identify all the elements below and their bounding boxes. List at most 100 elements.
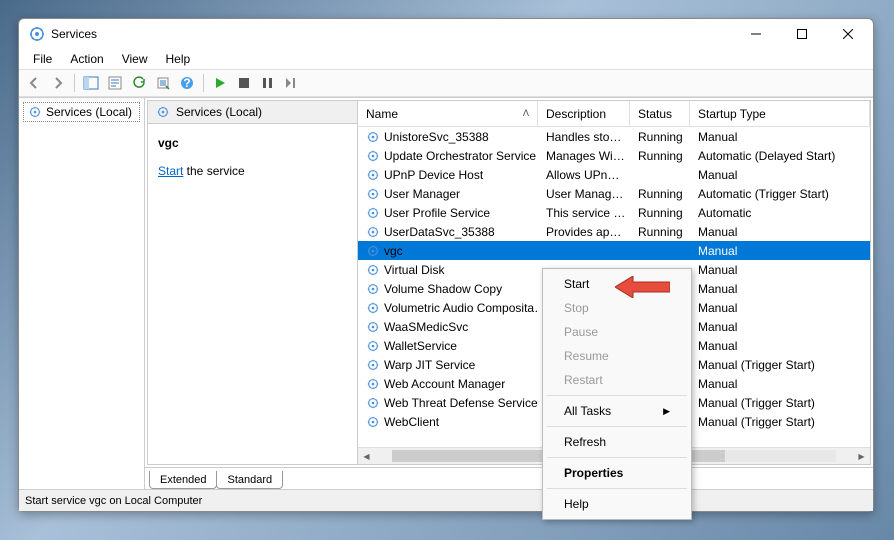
gear-icon: [366, 358, 380, 372]
list-header: Nameᐱ Description Status Startup Type: [358, 101, 870, 127]
cell-status: Running: [630, 206, 690, 220]
gear-icon: [366, 282, 380, 296]
cell-name: WaaSMedicSvc: [358, 320, 538, 334]
detail-pane: Services (Local) vgc Start the service: [148, 101, 358, 464]
forward-button[interactable]: [47, 72, 69, 94]
start-service-link[interactable]: Start: [158, 164, 183, 178]
service-action-text: Start the service: [158, 164, 347, 178]
menu-view[interactable]: View: [114, 50, 156, 68]
ctx-refresh[interactable]: Refresh: [546, 430, 688, 454]
submenu-arrow-icon: ▶: [663, 406, 670, 417]
annotation-arrow-icon: [615, 276, 670, 298]
menu-help[interactable]: Help: [158, 50, 199, 68]
minimize-button[interactable]: [733, 19, 779, 49]
maximize-button[interactable]: [779, 19, 825, 49]
context-menu: Start Stop Pause Resume Restart All Task…: [542, 268, 692, 520]
gear-icon: [366, 168, 380, 182]
column-status[interactable]: Status: [630, 101, 690, 126]
tab-extended[interactable]: Extended: [149, 471, 217, 489]
cell-description: Provides ap…: [538, 225, 630, 239]
cell-startup: Automatic (Trigger Start): [690, 187, 870, 201]
cell-startup: Manual: [690, 377, 870, 391]
cell-description: Handles sto…: [538, 130, 630, 144]
tab-standard[interactable]: Standard: [216, 471, 283, 489]
close-button[interactable]: [825, 19, 871, 49]
gear-icon: [366, 244, 380, 258]
cell-status: Running: [630, 130, 690, 144]
menu-file[interactable]: File: [25, 50, 60, 68]
toolbar: ?: [19, 69, 873, 97]
service-row[interactable]: UserDataSvc_35388Provides ap…RunningManu…: [358, 222, 870, 241]
refresh-button[interactable]: [128, 72, 150, 94]
properties-button[interactable]: [104, 72, 126, 94]
cell-name: Volumetric Audio Composita…: [358, 301, 538, 315]
start-service-button[interactable]: [209, 72, 231, 94]
ctx-pause: Pause: [546, 320, 688, 344]
statusbar: Start service vgc on Local Computer: [19, 489, 873, 511]
column-startup[interactable]: Startup Type: [690, 101, 870, 126]
cell-startup: Manual: [690, 282, 870, 296]
cell-startup: Manual: [690, 244, 870, 258]
cell-name: UPnP Device Host: [358, 168, 538, 182]
gear-icon: [366, 339, 380, 353]
tree-root-item[interactable]: Services (Local): [23, 102, 140, 122]
service-row[interactable]: vgc Manual: [358, 241, 870, 260]
cell-name: Volume Shadow Copy: [358, 282, 538, 296]
gear-icon: [366, 415, 380, 429]
help-button[interactable]: ?: [176, 72, 198, 94]
gear-icon: [156, 105, 170, 119]
service-row[interactable]: User Profile ServiceThis service …Runnin…: [358, 203, 870, 222]
cell-description: User Manag…: [538, 187, 630, 201]
cell-description: This service …: [538, 206, 630, 220]
detail-header: Services (Local): [148, 101, 357, 124]
cell-startup: Manual: [690, 130, 870, 144]
view-tabs: Extended Standard: [145, 467, 873, 489]
ctx-properties[interactable]: Properties: [546, 461, 688, 485]
menubar: File Action View Help: [19, 49, 873, 69]
cell-name: Virtual Disk: [358, 263, 538, 277]
selected-service-name: vgc: [158, 136, 347, 150]
tree-pane[interactable]: Services (Local): [19, 98, 145, 489]
gear-icon: [366, 130, 380, 144]
cell-name: Web Account Manager: [358, 377, 538, 391]
cell-status: Running: [630, 149, 690, 163]
service-row[interactable]: UnistoreSvc_35388Handles sto…RunningManu…: [358, 127, 870, 146]
cell-startup: Automatic: [690, 206, 870, 220]
cell-description: Allows UPn…: [538, 168, 630, 182]
gear-icon: [366, 187, 380, 201]
body: Services (Local) Services (Local) vgc St…: [19, 97, 873, 489]
service-row[interactable]: User ManagerUser Manag…RunningAutomatic …: [358, 184, 870, 203]
cell-startup: Manual (Trigger Start): [690, 415, 870, 429]
gear-icon: [366, 206, 380, 220]
detail-header-label: Services (Local): [176, 105, 262, 119]
ctx-help[interactable]: Help: [546, 492, 688, 516]
cell-startup: Manual: [690, 320, 870, 334]
restart-service-button[interactable]: [281, 72, 303, 94]
stop-service-button[interactable]: [233, 72, 255, 94]
service-row[interactable]: UPnP Device HostAllows UPn… Manual: [358, 165, 870, 184]
cell-startup: Manual: [690, 168, 870, 182]
gear-icon: [366, 263, 380, 277]
show-hide-tree-button[interactable]: [80, 72, 102, 94]
column-description[interactable]: Description: [538, 101, 630, 126]
main-pane: Services (Local) vgc Start the service N…: [145, 98, 873, 489]
scroll-right-button[interactable]: ▶: [853, 448, 870, 465]
gear-icon: [366, 225, 380, 239]
back-button[interactable]: [23, 72, 45, 94]
export-list-button[interactable]: [152, 72, 174, 94]
ctx-all-tasks[interactable]: All Tasks▶: [546, 399, 688, 423]
pause-service-button[interactable]: [257, 72, 279, 94]
cell-startup: Manual: [690, 339, 870, 353]
gear-icon: [366, 149, 380, 163]
cell-name: Warp JIT Service: [358, 358, 538, 372]
main-content: Services (Local) vgc Start the service N…: [147, 100, 871, 465]
column-name[interactable]: Nameᐱ: [358, 101, 538, 126]
cell-description: Manages Wi…: [538, 149, 630, 163]
sort-asc-icon: ᐱ: [523, 108, 529, 119]
cell-name: Update Orchestrator Service: [358, 149, 538, 163]
service-row[interactable]: Update Orchestrator ServiceManages Wi…Ru…: [358, 146, 870, 165]
scroll-left-button[interactable]: ◀: [358, 448, 375, 465]
titlebar[interactable]: Services: [19, 19, 873, 49]
cell-name: vgc: [358, 244, 538, 258]
menu-action[interactable]: Action: [62, 50, 111, 68]
